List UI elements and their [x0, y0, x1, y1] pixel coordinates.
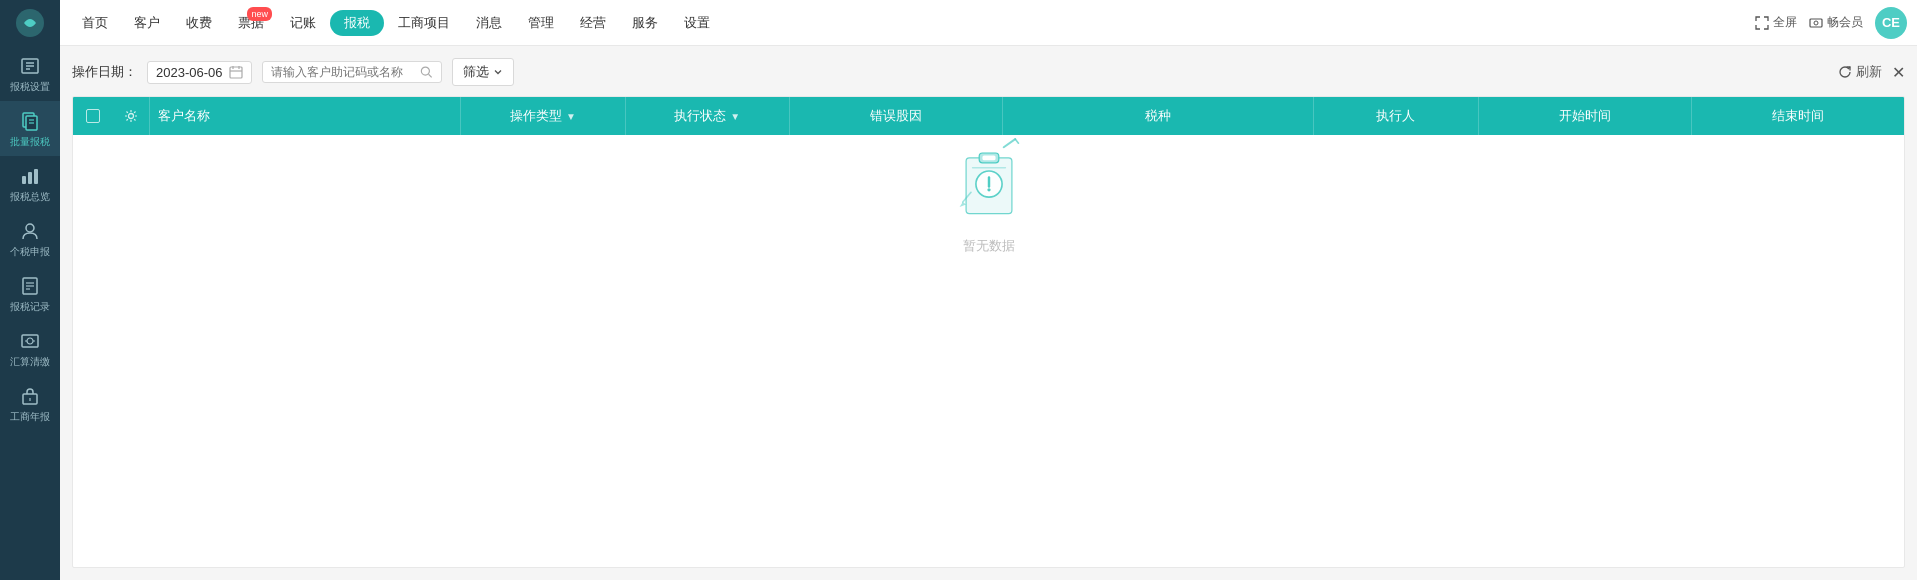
- sort-icon: ▼: [566, 111, 576, 122]
- annual-report-icon: [18, 384, 42, 408]
- sidebar-item-label: 报税总览: [10, 191, 50, 203]
- data-table: 客户名称 操作类型 ▼ 执行状态 ▼ 错误股因 税种: [72, 96, 1905, 568]
- invoice-badge: new: [247, 7, 272, 21]
- nav-settings[interactable]: 设置: [672, 10, 722, 36]
- svg-line-32: [1003, 139, 1014, 147]
- date-picker[interactable]: 2023-06-06: [147, 61, 252, 84]
- personal-tax-icon: [18, 219, 42, 243]
- svg-rect-10: [28, 172, 32, 184]
- th-exec-status[interactable]: 执行状态 ▼: [625, 97, 789, 135]
- svg-point-29: [421, 67, 429, 75]
- sidebar-item-label: 工商年报: [10, 411, 50, 423]
- sidebar-item-settlement[interactable]: 汇算清缴: [0, 321, 60, 376]
- topnav-right: 全屏 畅会员 CE: [1755, 7, 1907, 39]
- nav-finance[interactable]: 经营: [568, 10, 618, 36]
- fullscreen-icon: [1755, 16, 1769, 30]
- sidebar-item-annual-report[interactable]: 工商年报: [0, 376, 60, 431]
- member-button[interactable]: 畅会员: [1809, 14, 1863, 31]
- tax-settings-icon: [18, 54, 42, 78]
- nav-invoice[interactable]: 票据 new: [226, 10, 276, 36]
- nav-business[interactable]: 工商项目: [386, 10, 462, 36]
- svg-point-39: [987, 188, 990, 191]
- member-icon: [1809, 16, 1823, 30]
- settlement-icon: [18, 329, 42, 353]
- date-value: 2023-06-06: [156, 65, 223, 80]
- svg-marker-42: [959, 202, 966, 207]
- svg-line-30: [428, 74, 431, 77]
- th-client-name: 客户名称: [149, 97, 460, 135]
- search-input[interactable]: [271, 65, 416, 79]
- sidebar-logo: [0, 0, 60, 46]
- svg-line-33: [1015, 139, 1018, 143]
- fullscreen-button[interactable]: 全屏: [1755, 14, 1797, 31]
- page-toolbar: 操作日期： 2023-06-06: [72, 58, 1905, 86]
- sidebar-item-label: 报税记录: [10, 301, 50, 313]
- content-area: 操作日期： 2023-06-06: [60, 46, 1917, 580]
- batch-tax-icon: [18, 109, 42, 133]
- svg-point-24: [1814, 21, 1818, 25]
- sidebar-item-label: 个税申报: [10, 246, 50, 258]
- nav-client[interactable]: 客户: [122, 10, 172, 36]
- search-box[interactable]: [262, 61, 442, 83]
- th-op-type[interactable]: 操作类型 ▼: [460, 97, 624, 135]
- settings-icon: [123, 108, 139, 124]
- svg-point-31: [129, 114, 134, 119]
- sidebar-item-personal-tax[interactable]: 个税申报: [0, 211, 60, 266]
- svg-rect-25: [230, 67, 242, 78]
- nav-service[interactable]: 服务: [620, 10, 670, 36]
- nav-items: 首页 客户 收费 票据 new 记账 报税 工商项目 消息 管理 经营 服务 设…: [70, 10, 1755, 36]
- sidebar-item-batch-tax[interactable]: 批量报税: [0, 101, 60, 156]
- empty-text: 暂无数据: [963, 237, 1015, 255]
- nav-home[interactable]: 首页: [70, 10, 120, 36]
- th-settings[interactable]: [113, 97, 149, 135]
- toolbar-right: 刷新 ✕: [1838, 63, 1905, 82]
- close-button[interactable]: ✕: [1892, 63, 1905, 82]
- svg-rect-11: [34, 169, 38, 184]
- nav-billing[interactable]: 收费: [174, 10, 224, 36]
- sidebar-item-tax-settings[interactable]: 报税设置: [0, 46, 60, 101]
- calendar-icon: [229, 65, 243, 79]
- sidebar-item-tax-records[interactable]: 报税记录: [0, 266, 60, 321]
- svg-point-18: [27, 338, 33, 344]
- date-label: 操作日期：: [72, 63, 137, 81]
- nav-messages[interactable]: 消息: [464, 10, 514, 36]
- th-executor: 执行人: [1313, 97, 1477, 135]
- tax-records-icon: [18, 274, 42, 298]
- sidebar-item-tax-overview[interactable]: 报税总览: [0, 156, 60, 211]
- main-area: 首页 客户 收费 票据 new 记账 报税 工商项目 消息 管理 经营 服务 设…: [60, 0, 1917, 580]
- svg-rect-9: [22, 176, 26, 184]
- th-start-time: 开始时间: [1478, 97, 1691, 135]
- empty-illustration: [944, 135, 1034, 225]
- empty-state: 暂无数据: [73, 135, 1904, 255]
- user-avatar[interactable]: CE: [1875, 7, 1907, 39]
- nav-tax[interactable]: 报税: [330, 10, 384, 36]
- select-all-checkbox[interactable]: [86, 109, 100, 123]
- sort-icon: ▼: [730, 111, 740, 122]
- sidebar-item-label: 报税设置: [10, 81, 50, 93]
- sidebar: 报税设置 批量报税 报税总览: [0, 0, 60, 580]
- table-body: 暂无数据: [73, 135, 1904, 567]
- th-end-time: 结束时间: [1691, 97, 1904, 135]
- th-checkbox[interactable]: [73, 97, 113, 135]
- refresh-button[interactable]: 刷新: [1838, 63, 1882, 81]
- refresh-icon: [1838, 65, 1852, 79]
- nav-management[interactable]: 管理: [516, 10, 566, 36]
- svg-rect-17: [22, 335, 38, 347]
- search-icon: [420, 65, 433, 79]
- sidebar-item-label: 汇算清缴: [10, 356, 50, 368]
- th-error-reason: 错误股因: [789, 97, 1002, 135]
- svg-rect-36: [982, 155, 995, 160]
- table-header: 客户名称 操作类型 ▼ 执行状态 ▼ 错误股因 税种: [73, 97, 1904, 135]
- tax-overview-icon: [18, 164, 42, 188]
- svg-rect-23: [1810, 19, 1822, 27]
- svg-point-12: [26, 224, 34, 232]
- top-navigation: 首页 客户 收费 票据 new 记账 报税 工商项目 消息 管理 经营 服务 设…: [60, 0, 1917, 46]
- page-content: 操作日期： 2023-06-06: [60, 46, 1917, 580]
- nav-accounts[interactable]: 记账: [278, 10, 328, 36]
- th-tax-type: 税种: [1002, 97, 1313, 135]
- sidebar-item-label: 批量报税: [10, 136, 50, 148]
- chevron-down-icon: [493, 67, 503, 77]
- filter-button[interactable]: 筛选: [452, 58, 514, 86]
